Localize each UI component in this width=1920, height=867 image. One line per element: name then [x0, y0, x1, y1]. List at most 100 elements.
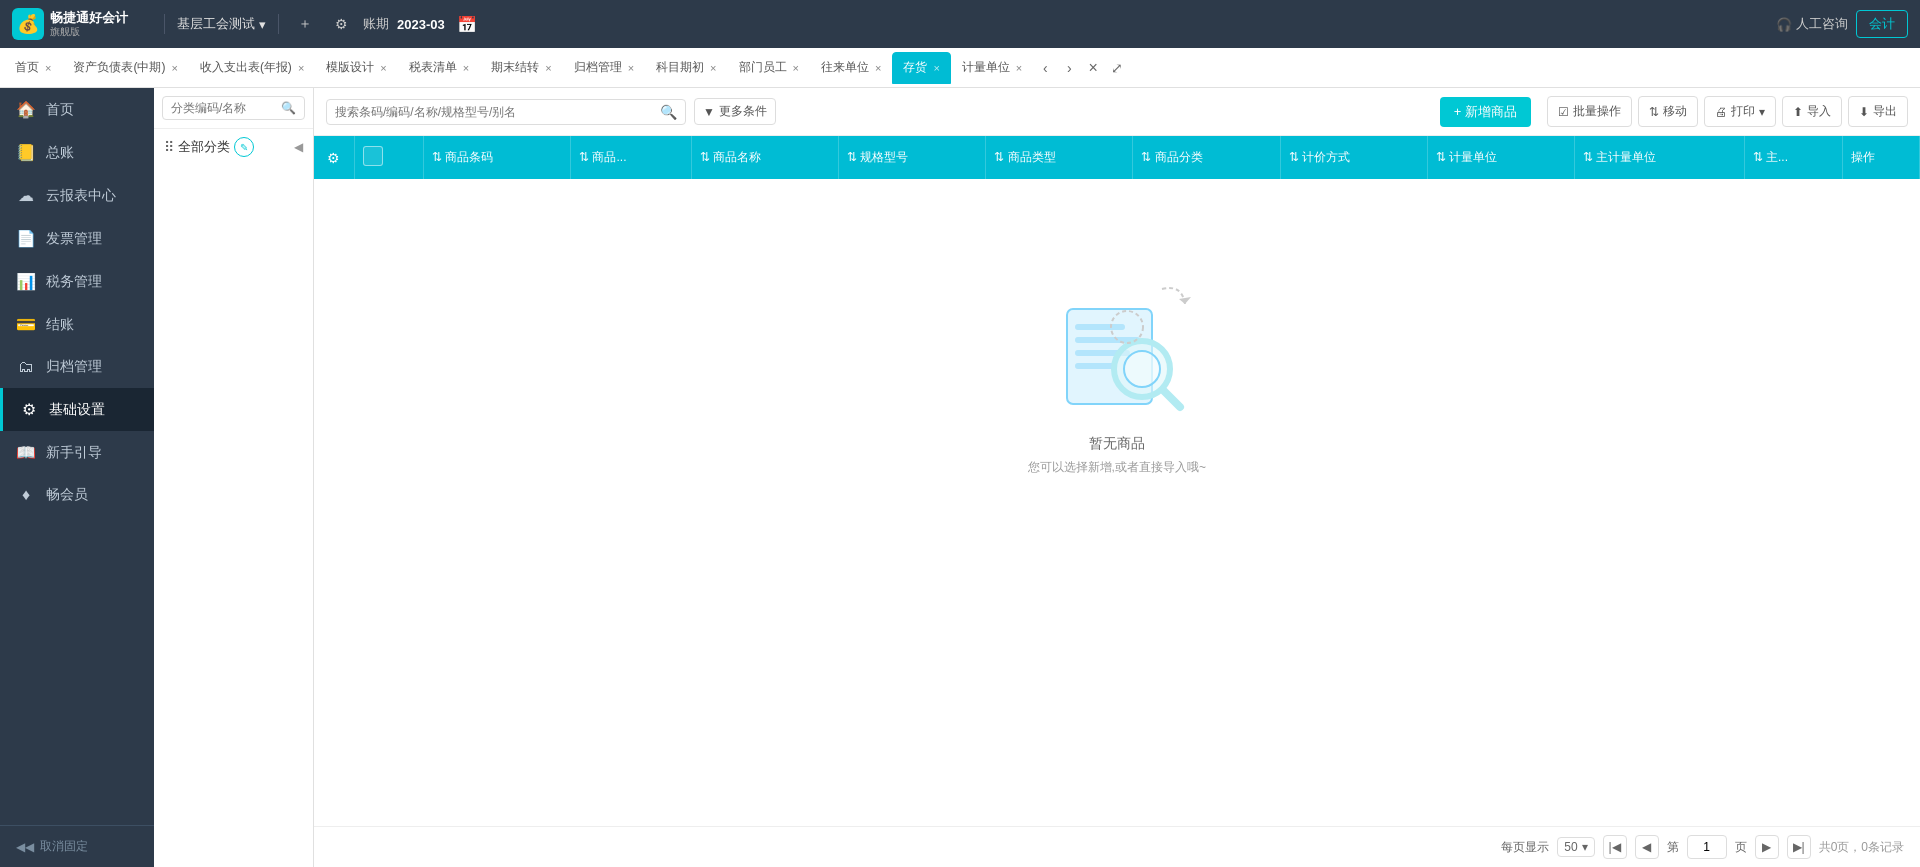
print-dropdown-icon: ▾ — [1759, 105, 1765, 119]
sidebar-item-guide[interactable]: 📖 新手引导 — [0, 431, 154, 474]
tab-income[interactable]: 收入支出表(年报) × — [189, 52, 315, 84]
ledger-icon: 📒 — [16, 143, 36, 162]
sidebar-unfix-button[interactable]: ◀◀ 取消固定 — [0, 825, 154, 867]
sidebar-item-settings[interactable]: ⚙ 基础设置 — [0, 388, 154, 431]
tab-archive[interactable]: 归档管理 × — [563, 52, 645, 84]
tab-contacts[interactable]: 往来单位 × — [810, 52, 892, 84]
th-checkbox[interactable] — [354, 136, 423, 179]
add-tab-button[interactable]: ＋ — [291, 10, 319, 38]
print-label: 打印 — [1731, 103, 1755, 120]
category-search-icon[interactable]: 🔍 — [281, 101, 296, 115]
product-table: ⚙ ⇅ 商品条码 ⇅ 商品... ⇅ 商品名称 — [314, 136, 1920, 556]
tab-subject-close[interactable]: × — [710, 62, 716, 74]
tab-bar: 首页 × 资产负债表(中期) × 收入支出表(年报) × 模版设计 × 税表清单… — [0, 48, 1920, 88]
page-prev-button[interactable]: ◀ — [1635, 835, 1659, 859]
tab-template-close[interactable]: × — [380, 62, 386, 74]
logo-icon: 💰 — [12, 8, 44, 40]
toolbar-actions: ☑ 批量操作 ⇅ 移动 🖨 打印 ▾ ⬆ — [1547, 96, 1908, 127]
tab-balance-label: 资产负债表(中期) — [73, 59, 165, 76]
th-type[interactable]: ⇅ 商品类型 — [986, 136, 1133, 179]
th-name[interactable]: ⇅ 商品名称 — [692, 136, 839, 179]
th-code[interactable]: ⇅ 商品... — [571, 136, 692, 179]
product-search-input[interactable] — [335, 105, 656, 119]
page-next-button[interactable]: ▶ — [1755, 835, 1779, 859]
help-button[interactable]: 🎧 人工咨询 — [1776, 15, 1848, 33]
tab-prev-button[interactable]: ‹ — [1033, 52, 1057, 84]
settings-icon[interactable]: ⚙ — [327, 10, 355, 38]
tab-balance-close[interactable]: × — [171, 62, 177, 74]
th-main-unit[interactable]: ⇅ 主计量单位 — [1574, 136, 1744, 179]
svg-rect-1 — [1075, 324, 1125, 330]
tab-tax-label: 税表清单 — [409, 59, 457, 76]
tab-balance-sheet[interactable]: 资产负债表(中期) × — [62, 52, 188, 84]
company-selector[interactable]: 基层工会测试 ▾ — [177, 15, 266, 33]
sidebar-item-tax[interactable]: 📊 税务管理 — [0, 260, 154, 303]
total-label: 共0页，0条记录 — [1819, 839, 1904, 856]
page-last-button[interactable]: ▶| — [1787, 835, 1811, 859]
tab-archive-close[interactable]: × — [628, 62, 634, 74]
import-button[interactable]: ⬆ 导入 — [1782, 96, 1842, 127]
tab-subject[interactable]: 科目期初 × — [645, 52, 727, 84]
sidebar-item-archive[interactable]: 🗂 归档管理 — [0, 346, 154, 388]
tab-tax[interactable]: 税表清单 × — [398, 52, 480, 84]
th-main-abbr[interactable]: ⇅ 主... — [1744, 136, 1842, 179]
th-price-method[interactable]: ⇅ 计价方式 — [1280, 136, 1427, 179]
calendar-icon[interactable]: 📅 — [457, 15, 477, 34]
batch-icon: ☑ — [1558, 105, 1569, 119]
print-icon: 🖨 — [1715, 105, 1727, 119]
category-collapse-icon[interactable]: ◀ — [294, 140, 303, 154]
print-button[interactable]: 🖨 打印 ▾ — [1704, 96, 1776, 127]
page-number-input[interactable] — [1687, 835, 1727, 859]
sidebar-item-member[interactable]: ♦ 畅会员 — [0, 474, 154, 516]
sidebar-settings-label: 基础设置 — [49, 401, 105, 419]
account-button[interactable]: 会计 — [1856, 10, 1908, 38]
tab-contacts-close[interactable]: × — [875, 62, 881, 74]
th-spec[interactable]: ⇅ 规格型号 — [839, 136, 986, 179]
tab-dept[interactable]: 部门员工 × — [728, 52, 810, 84]
tab-inventory[interactable]: 存货 × — [892, 52, 950, 84]
tab-home-close[interactable]: × — [45, 62, 51, 74]
tab-expand-button[interactable]: ⤢ — [1105, 52, 1129, 84]
move-button[interactable]: ⇅ 移动 — [1638, 96, 1698, 127]
tab-unit[interactable]: 计量单位 × — [951, 52, 1033, 84]
category-edit-button[interactable]: ✎ — [234, 137, 254, 157]
more-filter-label: 更多条件 — [719, 103, 767, 120]
tab-income-close[interactable]: × — [298, 62, 304, 74]
th-barcode[interactable]: ⇅ 商品条码 — [423, 136, 570, 179]
tab-tax-close[interactable]: × — [463, 62, 469, 74]
tab-inventory-label: 存货 — [903, 59, 927, 76]
page-first-button[interactable]: |◀ — [1603, 835, 1627, 859]
product-search-icon[interactable]: 🔍 — [660, 104, 677, 120]
th-unit[interactable]: ⇅ 计量单位 — [1427, 136, 1574, 179]
sidebar-item-invoice[interactable]: 📄 发票管理 — [0, 217, 154, 260]
category-header[interactable]: ⠿ 全部分类 ✎ ◀ — [154, 129, 313, 165]
tab-inventory-close[interactable]: × — [933, 62, 939, 74]
batch-button[interactable]: ☑ 批量操作 — [1547, 96, 1632, 127]
tab-home[interactable]: 首页 × — [4, 52, 62, 84]
sidebar-item-checkout[interactable]: 💳 结账 — [0, 303, 154, 346]
tab-close-all-button[interactable]: × — [1081, 52, 1105, 84]
tab-period-end[interactable]: 期末结转 × — [480, 52, 562, 84]
tab-unit-close[interactable]: × — [1016, 62, 1022, 74]
add-product-button[interactable]: + 新增商品 — [1440, 97, 1531, 127]
top-bar: 💰 畅捷通好会计 旗舰版 基层工会测试 ▾ ＋ ⚙ 账期 2023-03 📅 🎧… — [0, 0, 1920, 48]
invoice-icon: 📄 — [16, 229, 36, 248]
tab-dept-close[interactable]: × — [793, 62, 799, 74]
tab-template[interactable]: 模版设计 × — [315, 52, 397, 84]
per-page-dropdown-icon: ▾ — [1582, 840, 1588, 854]
export-button[interactable]: ⬇ 导出 — [1848, 96, 1908, 127]
th-gear[interactable]: ⚙ — [314, 136, 354, 179]
th-category[interactable]: ⇅ 商品分类 — [1133, 136, 1280, 179]
tab-income-label: 收入支出表(年报) — [200, 59, 292, 76]
sidebar-item-ledger[interactable]: 📒 总账 — [0, 131, 154, 174]
sidebar-item-home[interactable]: 🏠 首页 — [0, 88, 154, 131]
tab-next-button[interactable]: › — [1057, 52, 1081, 84]
sidebar-item-cloud-report[interactable]: ☁ 云报表中心 — [0, 174, 154, 217]
tab-period-end-close[interactable]: × — [545, 62, 551, 74]
per-page-select[interactable]: 50 ▾ — [1557, 837, 1594, 857]
header-checkbox[interactable] — [363, 146, 383, 166]
logo-text: 畅捷通好会计 旗舰版 — [50, 10, 128, 38]
help-label: 人工咨询 — [1796, 15, 1848, 33]
gear-icon[interactable]: ⚙ — [327, 150, 340, 166]
more-filter-button[interactable]: ▼ 更多条件 — [694, 98, 776, 125]
